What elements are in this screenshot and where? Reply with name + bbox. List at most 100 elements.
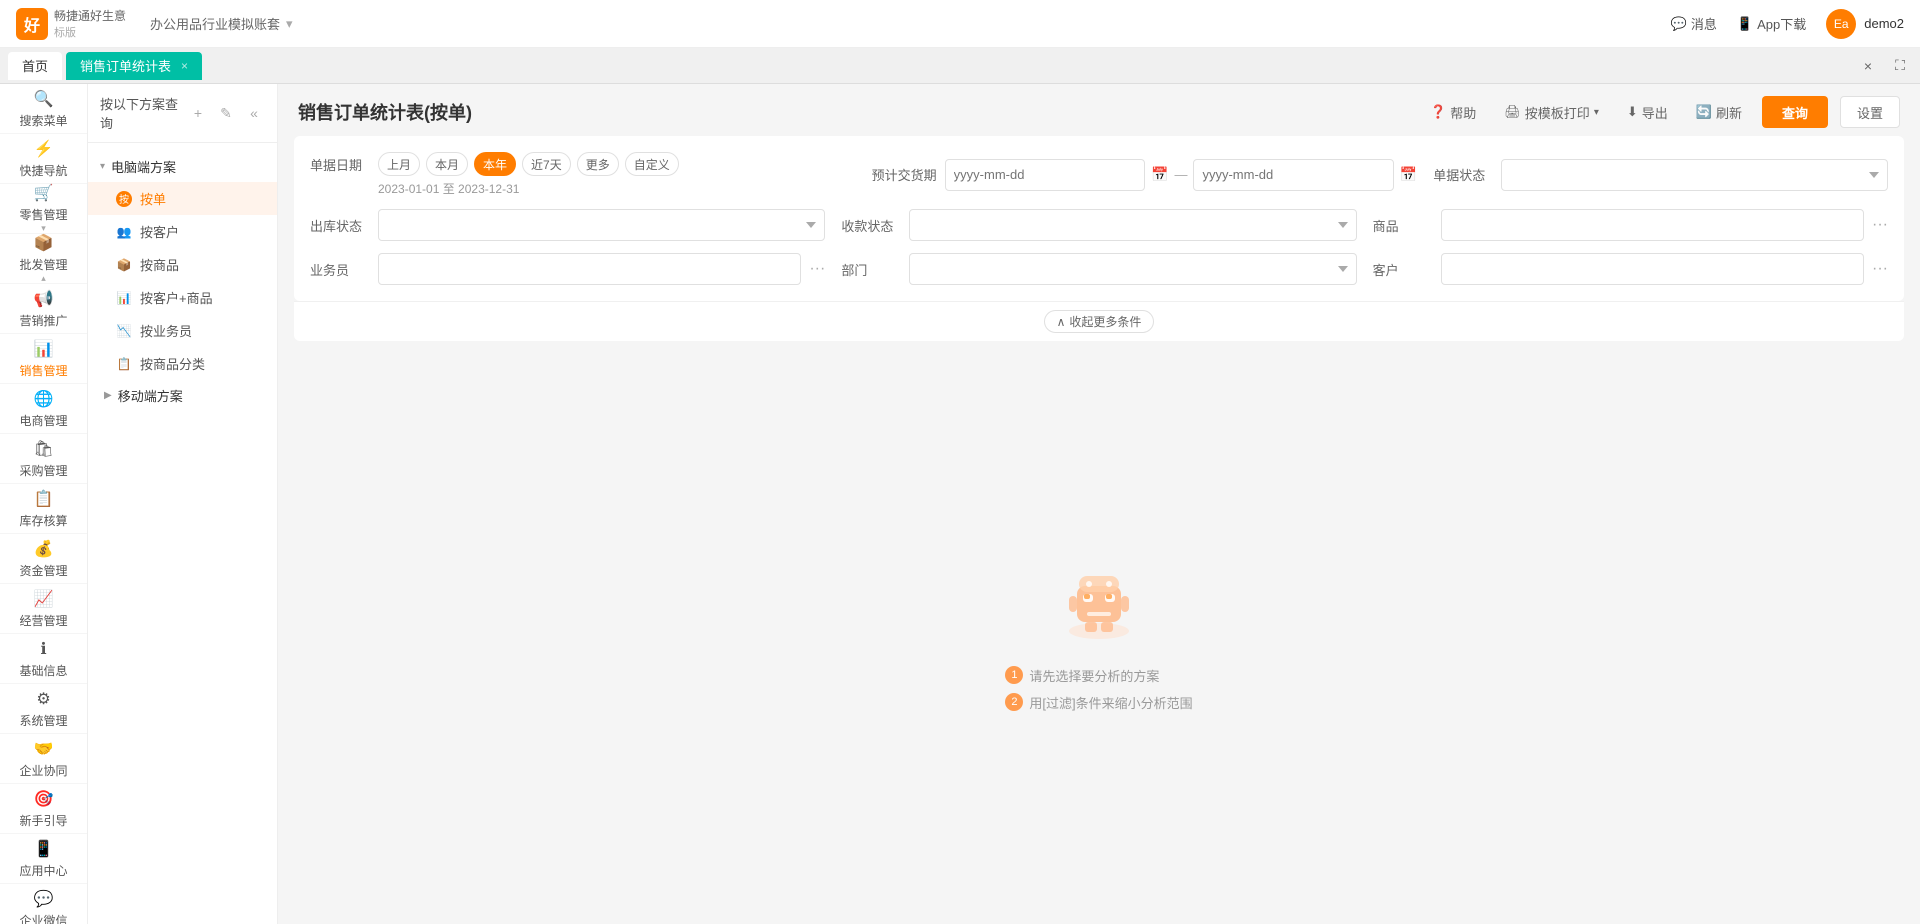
delivery-date-end-input[interactable]: [1193, 159, 1393, 191]
tab-sales-order-stats[interactable]: 销售订单统计表 ×: [66, 52, 202, 80]
filter-date-group: 单据日期 上月 本月 本年 近7天 更多 自定义 2023-01-01 至 20…: [310, 152, 856, 197]
export-icon: ⬇: [1627, 104, 1638, 120]
edit-scheme-button[interactable]: ✎: [215, 102, 237, 124]
help-button[interactable]: ❓ 帮助: [1422, 99, 1484, 126]
ship-status-select[interactable]: [378, 209, 825, 241]
salesperson-input[interactable]: [378, 253, 801, 285]
scheme-group-pc[interactable]: ▾ 电脑端方案: [88, 151, 277, 182]
filter-ship-status: 出库状态: [310, 209, 825, 241]
goods-input[interactable]: [1441, 209, 1864, 241]
filter-row-1: 单据日期 上月 本月 本年 近7天 更多 自定义 2023-01-01 至 20…: [310, 152, 1888, 197]
chevron-down-icon[interactable]: ▾: [286, 16, 293, 32]
print-arrow-icon: ▾: [1594, 107, 1599, 118]
scheme-item-by-customer[interactable]: 👥 按客户: [88, 215, 277, 248]
sidebar-item-wholesale[interactable]: 📦 批发管理 ▴: [0, 234, 87, 284]
delivery-date-range: 📅 — 📅: [945, 159, 1418, 191]
search-icon: 🔍: [34, 89, 54, 109]
scheme-item-by-customer-goods[interactable]: 📊 按客户+商品: [88, 281, 277, 314]
sidebar-item-basic-info[interactable]: ℹ 基础信息: [0, 634, 87, 684]
customer-scheme-icon: 👥: [116, 224, 132, 240]
goods-more-icon[interactable]: ···: [1872, 216, 1888, 234]
close-window-button[interactable]: ×: [1856, 54, 1880, 78]
topbar-left: 好 畅捷通好生意 标版 办公用品行业模拟账套 ▾: [16, 7, 293, 40]
download-icon: 📱: [1737, 16, 1753, 32]
sidebar-item-inventory[interactable]: 📋 库存核算: [0, 484, 87, 534]
avatar: Ea: [1826, 9, 1856, 39]
app-download-button[interactable]: 📱 App下载: [1737, 14, 1806, 33]
sidebar-item-corp-wechat[interactable]: 💬 企业微信: [0, 884, 87, 924]
box-icon: 📦: [34, 233, 54, 253]
cart-icon: 🛒: [34, 183, 54, 203]
phone-icon: 📱: [34, 839, 54, 859]
date-btn-7days[interactable]: 近7天: [522, 152, 571, 176]
goods-scheme-icon: 📦: [116, 257, 132, 273]
sidebar-item-onboarding[interactable]: 🎯 新手引导: [0, 784, 87, 834]
tabbar: 首页 销售订单统计表 × × ⛶: [0, 48, 1920, 84]
print-button[interactable]: 🖨 按模板打印 ▾: [1496, 99, 1607, 126]
sidebar-item-system[interactable]: ⚙ 系统管理: [0, 684, 87, 734]
calendar-icon-start[interactable]: 📅: [1151, 166, 1168, 183]
delivery-date-label: 预计交货期: [872, 165, 937, 184]
left-panel-header: 按以下方案查询 + ✎ «: [88, 84, 277, 143]
date-btn-this-year[interactable]: 本年: [474, 152, 516, 176]
left-panel: 按以下方案查询 + ✎ « ▾ 电脑端方案 按 按单 👥 按客户 📦 按商: [88, 84, 278, 924]
handshake-icon: 🤝: [34, 739, 54, 759]
sidebar-item-search-menu[interactable]: 🔍 搜索菜单: [0, 84, 87, 134]
export-button[interactable]: ⬇ 导出: [1619, 99, 1676, 126]
sidebar-item-retail[interactable]: 🛒 零售管理 ▾: [0, 184, 87, 234]
date-btn-custom[interactable]: 自定义: [625, 152, 679, 176]
chevron-down-icon: ▾: [100, 161, 105, 172]
sidebar-item-corp-collab[interactable]: 🤝 企业协同: [0, 734, 87, 784]
empty-tips: 1 请先选择要分析的方案 2 用[过滤]条件来缩小分析范围: [1005, 666, 1192, 720]
delivery-date-start-input[interactable]: [945, 159, 1145, 191]
tab-home[interactable]: 首页: [8, 52, 62, 80]
scheme-tree: ▾ 电脑端方案 按 按单 👥 按客户 📦 按商品 📊 按客户+商品 📉 按业: [88, 143, 277, 419]
scheme-group-mobile[interactable]: ▶ 移动端方案: [88, 380, 277, 411]
customer-input[interactable]: [1441, 253, 1864, 285]
date-btn-more[interactable]: 更多: [577, 152, 619, 176]
scheme-item-by-salesperson[interactable]: 📉 按业务员: [88, 314, 277, 347]
refresh-button[interactable]: 🔄 刷新: [1688, 99, 1750, 126]
content-area: 销售订单统计表(按单) ❓ 帮助 🖨 按模板打印 ▾ ⬇ 导出 🔄 刷新: [278, 84, 1920, 924]
scheme-item-by-category[interactable]: 📋 按商品分类: [88, 347, 277, 380]
search-button[interactable]: 查询: [1762, 96, 1828, 128]
gear-icon: ⚙: [36, 689, 50, 709]
user-section: Ea demo2: [1826, 9, 1904, 39]
sidebar-item-sales[interactable]: 📊 销售管理: [0, 334, 87, 384]
date-btn-last-month[interactable]: 上月: [378, 152, 420, 176]
settings-button[interactable]: 设置: [1840, 96, 1900, 128]
maximize-button[interactable]: ⛶: [1888, 54, 1912, 78]
collapse-filter-button[interactable]: ∧ 收起更多条件: [1044, 310, 1155, 333]
collapse-panel-button[interactable]: «: [243, 102, 265, 124]
scheme-item-by-order[interactable]: 按 按单: [88, 182, 277, 215]
lightning-icon: ⚡: [34, 139, 54, 159]
sidebar-item-marketing[interactable]: 📢 营销推广: [0, 284, 87, 334]
sidebar-item-ops[interactable]: 📈 经营管理: [0, 584, 87, 634]
panel-actions: + ✎ «: [187, 102, 265, 124]
sidebar-item-ecom[interactable]: 🌐 电商管理: [0, 384, 87, 434]
department-select[interactable]: [909, 253, 1356, 285]
topbar-right: 💬 消息 📱 App下载 Ea demo2: [1671, 9, 1904, 39]
payment-status-label: 收款状态: [841, 216, 901, 235]
sidebar-item-purchase[interactable]: 🛍 采购管理: [0, 434, 87, 484]
megaphone-icon: 📢: [34, 289, 54, 309]
close-tab-icon[interactable]: ×: [181, 59, 188, 73]
print-icon: 🖨: [1504, 104, 1521, 120]
payment-status-select[interactable]: [909, 209, 1356, 241]
add-scheme-button[interactable]: +: [187, 102, 209, 124]
sidebar-item-app-center[interactable]: 📱 应用中心: [0, 834, 87, 884]
scheme-item-by-goods[interactable]: 📦 按商品: [88, 248, 277, 281]
message-button[interactable]: 💬 消息: [1671, 14, 1717, 33]
calendar-icon-end[interactable]: 📅: [1400, 166, 1417, 183]
chevron-right-icon: ▶: [104, 390, 112, 401]
customer-more-icon[interactable]: ···: [1872, 260, 1888, 278]
filter-area: 单据日期 上月 本月 本年 近7天 更多 自定义 2023-01-01 至 20…: [294, 136, 1904, 301]
sidebar-item-quick-nav[interactable]: ⚡ 快捷导航: [0, 134, 87, 184]
info-icon: ℹ: [40, 639, 46, 659]
salesperson-more-icon[interactable]: ···: [809, 260, 825, 278]
order-status-select[interactable]: [1501, 159, 1888, 191]
date-btn-this-month[interactable]: 本月: [426, 152, 468, 176]
refresh-icon: 🔄: [1696, 104, 1712, 120]
sidebar-item-finance[interactable]: 💰 资金管理: [0, 534, 87, 584]
collapse-row: ∧ 收起更多条件: [294, 301, 1904, 341]
